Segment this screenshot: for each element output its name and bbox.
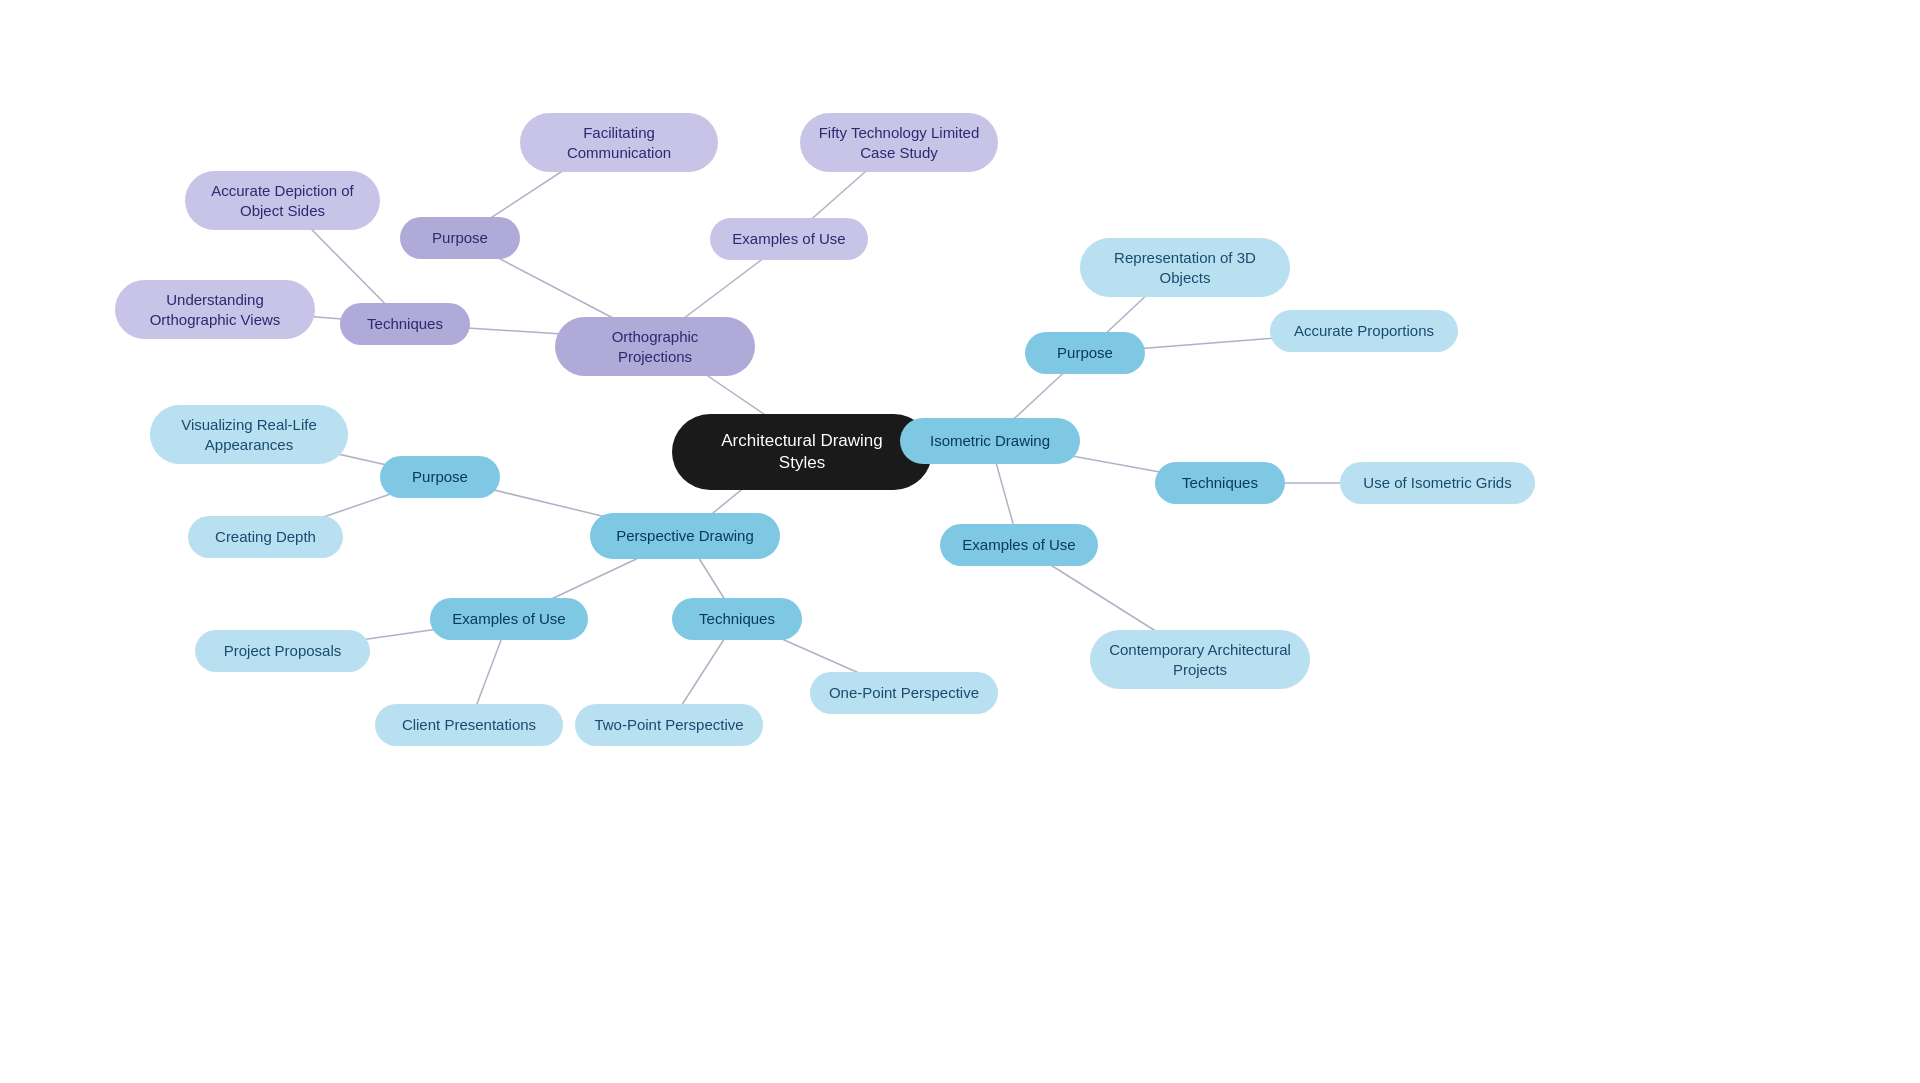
node-visualizing: Visualizing Real-Life Appearances	[150, 405, 348, 464]
node-client_pres: Client Presentations	[375, 704, 563, 746]
node-facilitating: Facilitating Communication	[520, 113, 718, 172]
node-iso_grids: Use of Isometric Grids	[1340, 462, 1535, 504]
node-techniques_orth: Techniques	[340, 303, 470, 345]
node-project_prop: Project Proposals	[195, 630, 370, 672]
node-one_point: One-Point Perspective	[810, 672, 998, 714]
node-perspective: Perspective Drawing	[590, 513, 780, 559]
node-examples_persp: Examples of Use	[430, 598, 588, 640]
node-purpose_iso: Purpose	[1025, 332, 1145, 374]
node-examples_orth: Examples of Use	[710, 218, 868, 260]
node-techniques_iso: Techniques	[1155, 462, 1285, 504]
node-isometric: Isometric Drawing	[900, 418, 1080, 464]
node-techniques_persp: Techniques	[672, 598, 802, 640]
node-purpose_orth: Purpose	[400, 217, 520, 259]
node-accurate_depict: Accurate Depiction of Object Sides	[185, 171, 380, 230]
node-orthographic: Orthographic Projections	[555, 317, 755, 376]
node-fifty_tech: Fifty Technology Limited Case Study	[800, 113, 998, 172]
node-purpose_persp: Purpose	[380, 456, 500, 498]
node-accurate_prop: Accurate Proportions	[1270, 310, 1458, 352]
node-understanding: Understanding Orthographic Views	[115, 280, 315, 339]
node-rep_3d: Representation of 3D Objects	[1080, 238, 1290, 297]
node-center: Architectural Drawing Styles	[672, 414, 932, 490]
node-examples_iso: Examples of Use	[940, 524, 1098, 566]
node-two_point: Two-Point Perspective	[575, 704, 763, 746]
node-creating_depth: Creating Depth	[188, 516, 343, 558]
node-contemporary: Contemporary Architectural Projects	[1090, 630, 1310, 689]
